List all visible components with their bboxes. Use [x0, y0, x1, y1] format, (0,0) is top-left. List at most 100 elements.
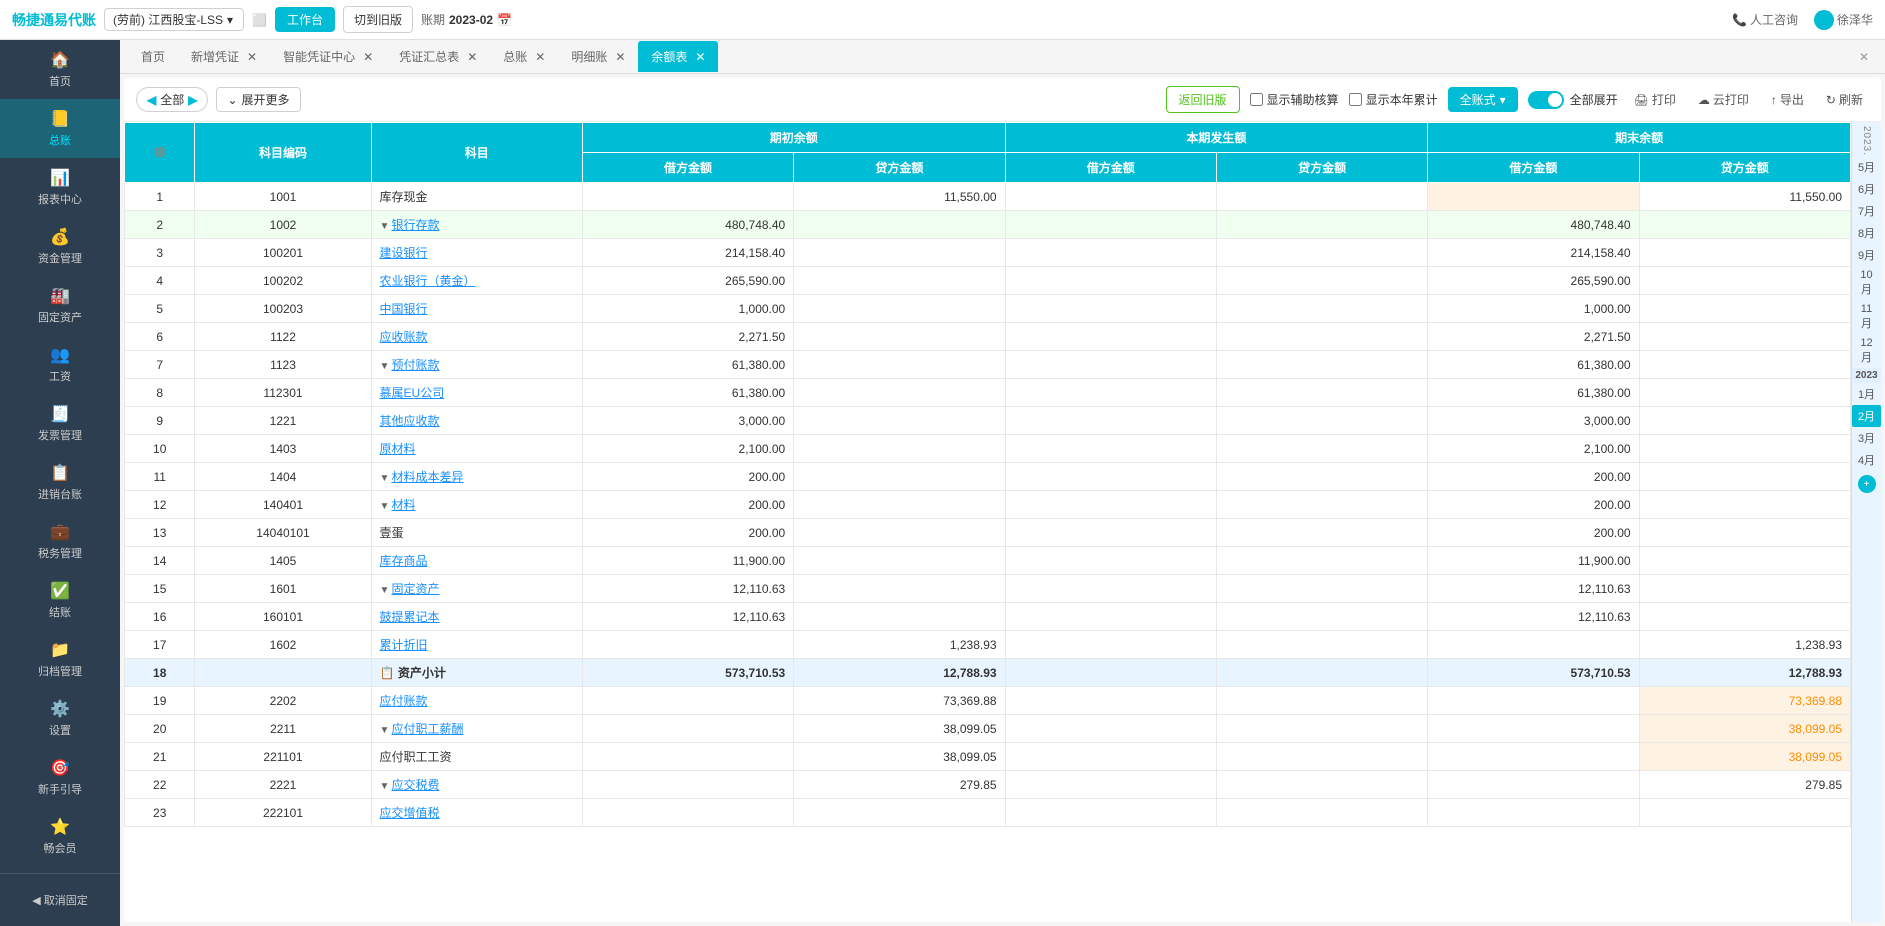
tab-ledger-close[interactable]: ✕: [535, 50, 545, 64]
sidebar-item-closing[interactable]: ✅ 结账: [0, 571, 120, 630]
sidebar-item-archive[interactable]: 📁 归档管理: [0, 630, 120, 689]
tab-new-voucher[interactable]: 新增凭证 ✕: [178, 41, 270, 72]
tab-ledger[interactable]: 总账 ✕: [490, 41, 558, 72]
row-name[interactable]: 累计折旧: [371, 631, 582, 659]
company-selector[interactable]: (劳前) 江西股宝-LSS ▾: [104, 8, 244, 31]
tab-voucher-summary-close[interactable]: ✕: [467, 50, 477, 64]
return-old-button[interactable]: 返回旧版: [1166, 86, 1240, 113]
calendar-icon[interactable]: 📅: [497, 13, 512, 27]
row-amount: [1428, 687, 1639, 715]
show-aux-checkbox[interactable]: 显示辅助核算: [1250, 91, 1339, 108]
row-name[interactable]: 应付账款: [371, 687, 582, 715]
sidebar-item-salary[interactable]: 👥 工资: [0, 335, 120, 394]
filter-all-button[interactable]: ◀ 全部 ▶: [136, 87, 208, 112]
sidebar-item-settings[interactable]: ⚙️ 设置: [0, 689, 120, 748]
sidebar-label-guide: 新手引导: [38, 781, 82, 797]
row-amount: 3,000.00: [1428, 407, 1639, 435]
row-name[interactable]: ▼应付职工薪酬: [371, 715, 582, 743]
expand-all-toggle-switch[interactable]: [1528, 91, 1564, 109]
row-name[interactable]: ▼材料成本差异: [371, 463, 582, 491]
row-amount: [1216, 379, 1427, 407]
sidebar-label-funds: 资金管理: [38, 250, 82, 266]
row-name[interactable]: 中国银行: [371, 295, 582, 323]
show-ytd-input[interactable]: [1349, 93, 1362, 106]
tab-detail-close[interactable]: ✕: [615, 50, 625, 64]
month-12[interactable]: 12月: [1852, 334, 1881, 368]
sidebar-label-settings: 设置: [49, 722, 71, 738]
row-code: 1602: [195, 631, 371, 659]
tab-new-voucher-close[interactable]: ✕: [247, 50, 257, 64]
tab-smart-verify[interactable]: 智能凭证中心 ✕: [270, 41, 386, 72]
row-amount: [1216, 463, 1427, 491]
month-6[interactable]: 6月: [1852, 178, 1881, 200]
style-button[interactable]: 全账式 ▾: [1448, 87, 1518, 112]
tab-detail[interactable]: 明细账 ✕: [558, 41, 638, 72]
month-5[interactable]: 5月: [1852, 156, 1881, 178]
consult-link[interactable]: 📞 人工咨询: [1732, 11, 1798, 28]
row-name[interactable]: 鼓提累记本: [371, 603, 582, 631]
month-3[interactable]: 3月: [1852, 427, 1881, 449]
top-bar: 畅捷通易代账 (劳前) 江西股宝-LSS ▾ ⬜ 工作台 切到旧版 账期 202…: [0, 0, 1885, 40]
sidebar-item-home[interactable]: 🏠 首页: [0, 40, 120, 99]
month-8[interactable]: 8月: [1852, 222, 1881, 244]
switch-version-button[interactable]: 切到旧版: [343, 6, 413, 33]
cloud-print-button[interactable]: ☁ 云打印: [1692, 88, 1755, 111]
table-container[interactable]: ⚙ 科目编码 科目 期初余额 本期发生额 期末余额 借方金额 贷方金额: [124, 122, 1851, 922]
tab-balance[interactable]: 余额表 ✕: [638, 41, 718, 72]
row-name[interactable]: 应收账款: [371, 323, 582, 351]
row-amount: 38,099.05: [1639, 715, 1850, 743]
row-name: 📋 资产小计: [371, 659, 582, 687]
sidebar-item-tax[interactable]: 💼 税务管理: [0, 512, 120, 571]
row-name[interactable]: ▼预付账款: [371, 351, 582, 379]
expand-more-label: 展开更多: [242, 91, 290, 108]
print-button[interactable]: 🖨 打印: [1628, 88, 1682, 111]
sidebar-item-report[interactable]: 📊 报表中心: [0, 158, 120, 217]
show-aux-input[interactable]: [1250, 93, 1263, 106]
workbench-button[interactable]: 工作台: [275, 7, 335, 32]
close-all-tabs[interactable]: ✕: [1851, 46, 1877, 68]
month-1[interactable]: 1月: [1852, 383, 1881, 405]
funds-icon: 💰: [50, 227, 70, 247]
sidebar-item-guide[interactable]: 🎯 新手引导: [0, 748, 120, 807]
row-name[interactable]: 应交增值税: [371, 799, 582, 827]
sidebar-item-assets[interactable]: 🏭 固定资产: [0, 276, 120, 335]
expand-more-button[interactable]: ⌄ 展开更多: [216, 87, 300, 112]
th-settings: ⚙: [125, 123, 195, 183]
tab-balance-close[interactable]: ✕: [695, 50, 705, 64]
row-name[interactable]: 慕属EU公司: [371, 379, 582, 407]
refresh-button[interactable]: ↻ 刷新: [1820, 88, 1869, 111]
copy-icon[interactable]: ⬜: [252, 13, 267, 27]
row-name[interactable]: 农业银行（黄金）: [371, 267, 582, 295]
month-11[interactable]: 11月: [1852, 300, 1881, 334]
unpin-button[interactable]: ◀ 取消固定: [0, 882, 120, 918]
sidebar-label-report: 报表中心: [38, 191, 82, 207]
row-name[interactable]: 原材料: [371, 435, 582, 463]
tab-home[interactable]: 首页: [128, 41, 178, 72]
row-name[interactable]: 库存商品: [371, 547, 582, 575]
tab-smart-verify-close[interactable]: ✕: [363, 50, 373, 64]
add-period-button[interactable]: +: [1858, 475, 1876, 493]
month-4[interactable]: 4月: [1852, 449, 1881, 471]
month-9[interactable]: 9月: [1852, 244, 1881, 266]
sidebar-item-member[interactable]: ⭐ 畅会员: [0, 807, 120, 866]
sidebar-item-purchase[interactable]: 📋 进销台账: [0, 453, 120, 512]
row-name[interactable]: ▼固定资产: [371, 575, 582, 603]
show-ytd-checkbox[interactable]: 显示本年累计: [1349, 91, 1438, 108]
table-settings-icon[interactable]: ⚙: [153, 144, 166, 160]
month-2[interactable]: 2月: [1852, 405, 1881, 427]
month-10[interactable]: 10月: [1852, 266, 1881, 300]
row-name[interactable]: 其他应收款: [371, 407, 582, 435]
row-name[interactable]: ▼银行存款: [371, 211, 582, 239]
user-info[interactable]: 徐泽华: [1814, 10, 1873, 30]
tab-voucher-summary[interactable]: 凭证汇总表 ✕: [386, 41, 490, 72]
row-name[interactable]: 建设银行: [371, 239, 582, 267]
row-name[interactable]: ▼材料: [371, 491, 582, 519]
row-amount: [1428, 715, 1639, 743]
sidebar-item-funds[interactable]: 💰 资金管理: [0, 217, 120, 276]
sidebar-item-invoice[interactable]: 🧾 发票管理: [0, 394, 120, 453]
row-amount: 12,788.93: [1639, 659, 1850, 687]
sidebar-item-ledger[interactable]: 📒 总账: [0, 99, 120, 158]
row-name[interactable]: ▼应交税费: [371, 771, 582, 799]
export-button[interactable]: ↑ 导出: [1765, 88, 1810, 111]
month-7[interactable]: 7月: [1852, 200, 1881, 222]
